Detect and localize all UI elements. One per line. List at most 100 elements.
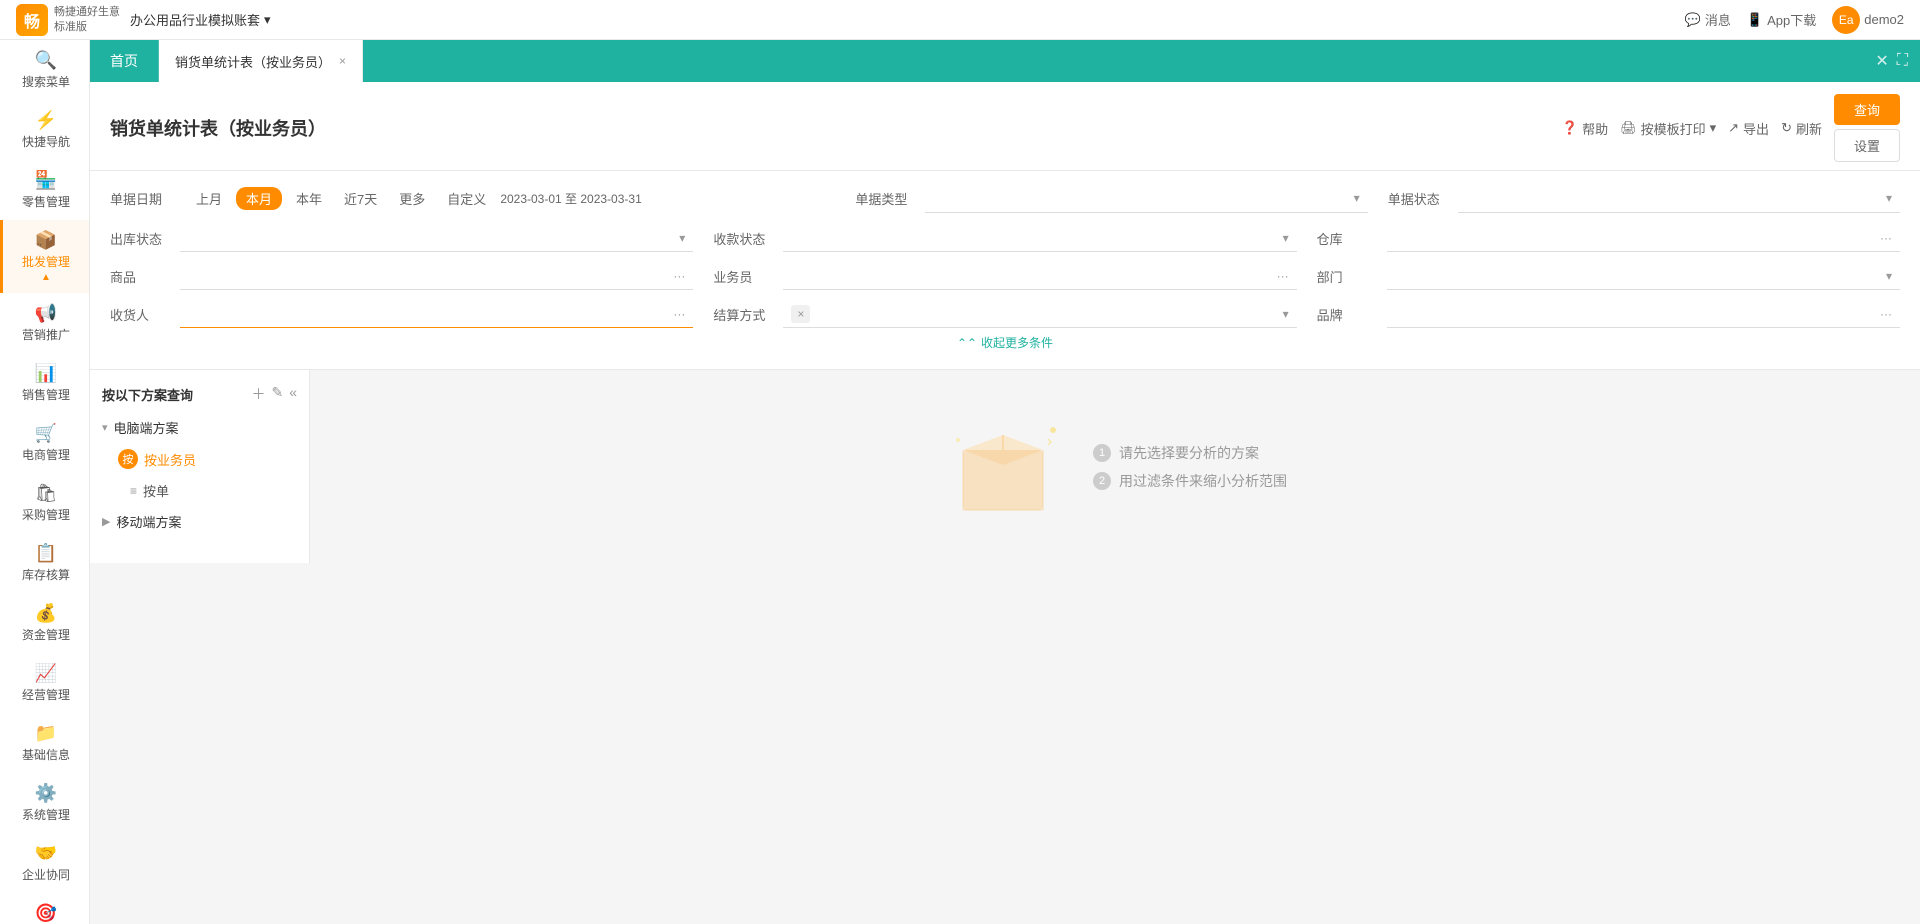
collapse-scheme-icon[interactable]: «	[289, 384, 297, 404]
empty-illustration	[943, 410, 1063, 523]
sidebar-item-operation[interactable]: 📈 经营管理	[0, 653, 89, 713]
print-btn[interactable]: 🖨 按模板打印 ▾	[1620, 119, 1716, 138]
settlement-tag: ×	[791, 305, 810, 323]
goods-label: 商品	[110, 267, 180, 286]
settlement-field[interactable]: × ▾	[783, 300, 1296, 328]
sidebar-item-enterprise-collab[interactable]: 🤝 企业协同	[0, 833, 89, 893]
page-header: 销货单统计表（按业务员） ❓ 帮助 🖨 按模板打印 ▾ ↗	[90, 82, 1920, 171]
sidebar-item-inventory[interactable]: 📋 库存核算	[0, 533, 89, 593]
query-button[interactable]: 查询	[1834, 94, 1900, 125]
main-layout: 🔍 搜索菜单 ⚡ 快捷导航 🏪 零售管理 📦 批发管理 ▲ 📢 营销推广 �	[0, 40, 1920, 924]
mobile-scheme-arrow: ▶	[102, 515, 110, 528]
system-icon: ⚙️	[35, 783, 57, 804]
empty-text: 1 请先选择要分析的方案 2 用过滤条件来缩小分析范围	[1093, 439, 1287, 495]
doc-type-field[interactable]: ▾	[925, 185, 1367, 213]
finance-icon: 💰	[35, 603, 57, 624]
app-download-btn[interactable]: 📱 App下载	[1747, 10, 1816, 29]
date-this-month-btn[interactable]: 本月	[236, 187, 282, 210]
sidebar-item-system[interactable]: ⚙️ 系统管理	[0, 773, 89, 833]
date-label: 单据日期	[110, 189, 180, 208]
tab-active[interactable]: 销货单统计表（按业务员） ×	[159, 40, 363, 82]
page-content: 销货单统计表（按业务员） ❓ 帮助 🖨 按模板打印 ▾ ↗	[90, 82, 1920, 924]
enterprise-collab-icon: 🤝	[35, 843, 57, 864]
query-panel-icons: ＋ ✎ «	[251, 384, 297, 404]
settlement-tag-close[interactable]: ×	[797, 307, 804, 321]
operation-icon: 📈	[35, 663, 57, 684]
logo-icon: 畅	[16, 4, 48, 36]
brand-more-icon: ···	[1880, 307, 1892, 321]
goods-more-icon: ···	[673, 269, 685, 283]
doc-type-arrow-icon: ▾	[1354, 191, 1360, 205]
doc-status-arrow-icon: ▾	[1886, 191, 1892, 205]
sidebar-item-ecommerce[interactable]: 🛒 电商管理	[0, 413, 89, 473]
date-filter-field[interactable]: 上月 本月 本年 近7天 更多 自定义 2023-03-01 至 2023-03…	[180, 183, 835, 214]
goods-field[interactable]: ···	[180, 262, 693, 290]
tab-home[interactable]: 首页	[90, 40, 159, 82]
date-this-year-btn[interactable]: 本年	[288, 187, 330, 210]
sidebar-item-quicknav[interactable]: ⚡ 快捷导航	[0, 100, 89, 160]
sidebar-item-newguide[interactable]: 🎯 新手引导	[0, 893, 89, 924]
salesman-field[interactable]: ···	[783, 262, 1296, 290]
salesman-label: 业务员	[713, 267, 783, 286]
empty-num-2: 2	[1093, 472, 1111, 490]
scheme-item-salesman-icon: 按	[118, 449, 138, 469]
warehouse-field[interactable]: ···	[1387, 224, 1900, 252]
sidebar-item-basic-info[interactable]: 📁 基础信息	[0, 713, 89, 773]
export-icon: ↗	[1728, 120, 1739, 136]
export-btn[interactable]: ↗ 导出	[1728, 119, 1769, 138]
out-status-field[interactable]: ▾	[180, 224, 693, 252]
scheme-group-desktop-header[interactable]: ▾ 电脑端方案	[90, 412, 309, 443]
scheme-group-desktop: ▾ 电脑端方案 按 按业务员 ≡ 按单	[90, 412, 309, 506]
consignee-field[interactable]: ···	[180, 300, 693, 328]
purchase-icon: 🛍	[35, 483, 58, 504]
sidebar-item-sales[interactable]: 📊 销售管理	[0, 353, 89, 413]
collapse-btn[interactable]: ⌃⌃ 收起更多条件	[110, 328, 1900, 357]
scheme-item-by-order[interactable]: ≡ 按单	[90, 475, 309, 506]
sidebar-item-marketing[interactable]: 📢 营销推广	[0, 293, 89, 353]
user-menu[interactable]: Ea demo2	[1832, 6, 1904, 34]
inventory-icon: 📋	[35, 543, 57, 564]
message-btn[interactable]: 💬 消息	[1685, 10, 1731, 29]
scheme-group-mobile-header[interactable]: ▶ 移动端方案	[90, 506, 309, 537]
wholesale-arrow: ▲	[41, 272, 51, 283]
doc-status-field[interactable]: ▾	[1458, 185, 1900, 213]
message-icon: 💬	[1685, 12, 1701, 28]
salesman-more-icon: ···	[1277, 269, 1289, 283]
doc-type-label: 单据类型	[855, 189, 925, 208]
scheme-item-by-salesman[interactable]: 按 按业务员	[90, 443, 309, 475]
collect-status-field[interactable]: ▾	[783, 224, 1296, 252]
date-7days-btn[interactable]: 近7天	[336, 187, 385, 210]
out-status-arrow-icon: ▾	[679, 231, 685, 245]
refresh-btn[interactable]: ↻ 刷新	[1781, 119, 1822, 138]
help-icon: ❓	[1562, 120, 1578, 136]
tab-close-all-btn[interactable]: ✕	[1875, 51, 1888, 71]
date-custom-btn[interactable]: 自定义	[439, 187, 494, 210]
setting-button[interactable]: 设置	[1834, 129, 1900, 162]
tab-close-btn[interactable]: ×	[339, 54, 346, 68]
warehouse-label: 仓库	[1317, 229, 1387, 248]
collect-status-label: 收款状态	[713, 229, 783, 248]
help-btn[interactable]: ❓ 帮助	[1562, 119, 1608, 138]
add-scheme-icon[interactable]: ＋	[251, 384, 265, 404]
sidebar-item-retail[interactable]: 🏪 零售管理	[0, 160, 89, 220]
date-more-btn[interactable]: 更多	[391, 187, 433, 210]
sales-icon: 📊	[35, 363, 57, 384]
sidebar-item-search[interactable]: 🔍 搜索菜单	[0, 40, 89, 100]
sidebar-item-wholesale[interactable]: 📦 批发管理 ▲	[0, 220, 89, 293]
main-empty-content: 1 请先选择要分析的方案 2 用过滤条件来缩小分析范围	[310, 370, 1920, 563]
sidebar-item-purchase[interactable]: 🛍 采购管理	[0, 473, 89, 533]
refresh-icon: ↻	[1781, 120, 1792, 136]
settlement-label: 结算方式	[713, 305, 783, 324]
logo-area: 畅 畅捷通好生意 标准版	[16, 4, 120, 36]
date-last-month-btn[interactable]: 上月	[188, 187, 230, 210]
workspace-selector[interactable]: 办公用品行业模拟账套 ▾	[130, 10, 271, 29]
ecommerce-icon: 🛒	[35, 423, 57, 444]
sidebar-item-finance[interactable]: 💰 资金管理	[0, 593, 89, 653]
brand-field[interactable]: ···	[1387, 300, 1900, 328]
dept-field[interactable]: ▾	[1387, 262, 1900, 290]
edit-scheme-icon[interactable]: ✎	[271, 384, 283, 404]
tab-expand-btn[interactable]: ⛶	[1897, 52, 1908, 70]
print-arrow-icon: ▾	[1710, 120, 1717, 136]
scheme-order-icon: ≡	[130, 484, 137, 498]
avatar: Ea	[1832, 6, 1860, 34]
